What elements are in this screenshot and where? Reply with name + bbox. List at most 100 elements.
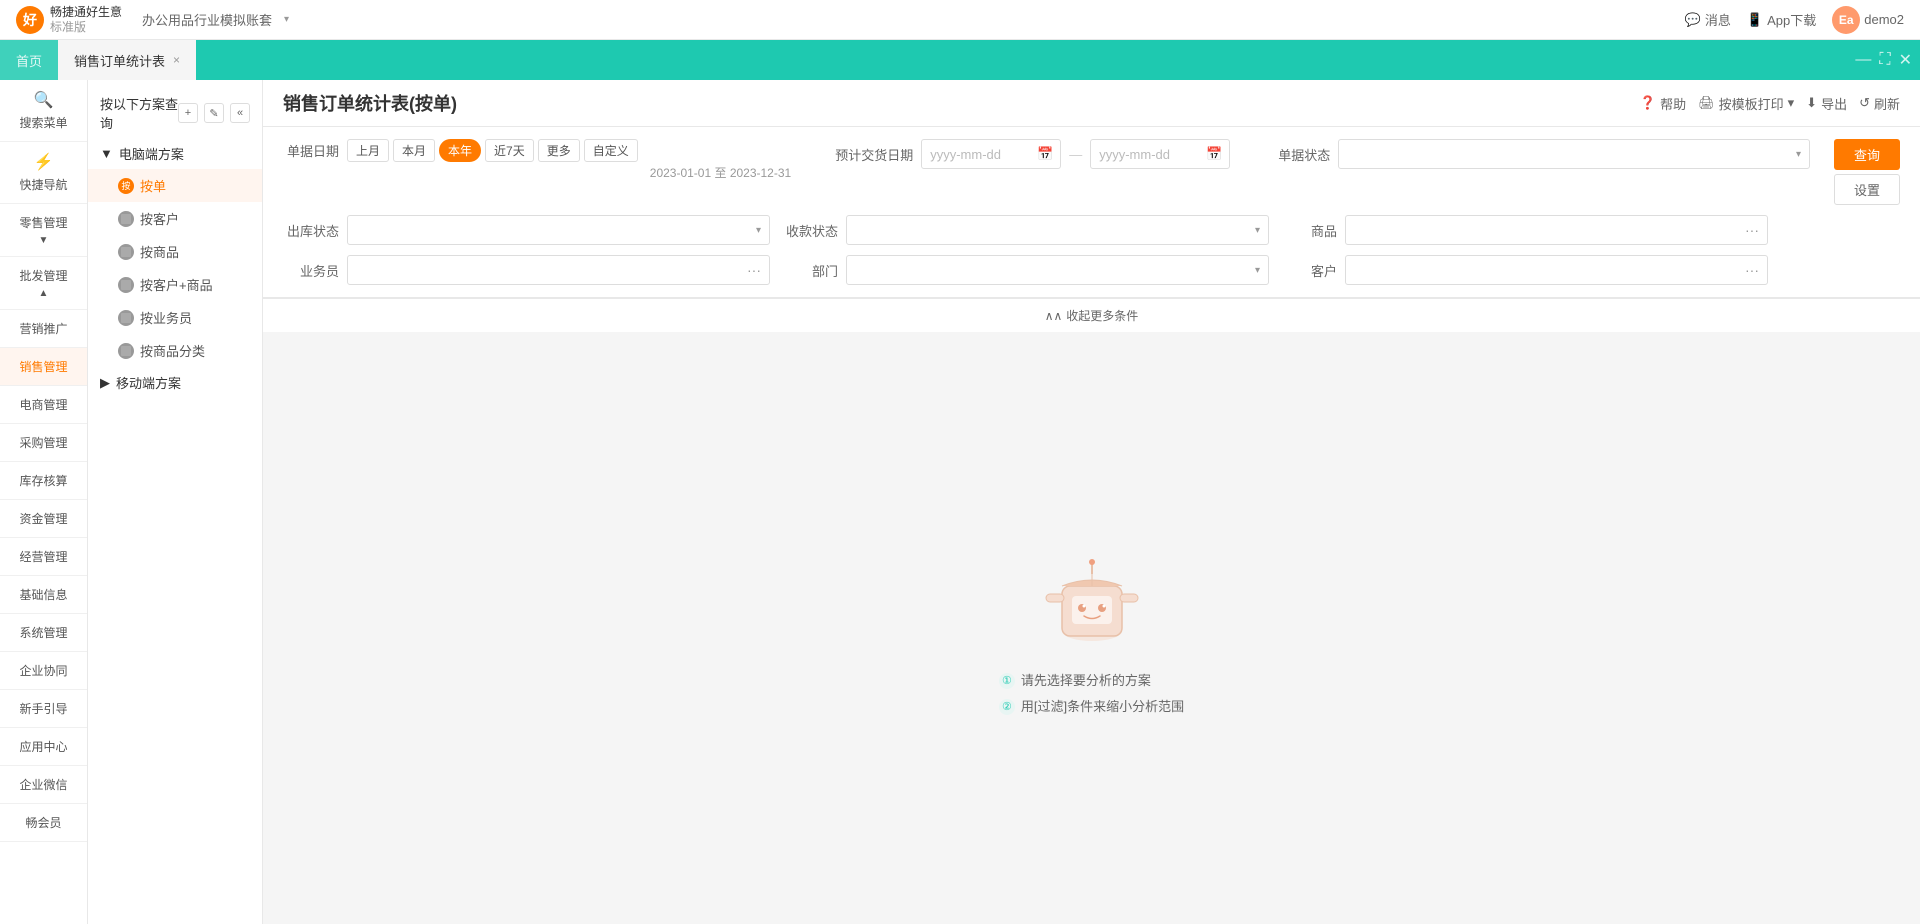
sidebar-item-member[interactable]: 畅会员 [0, 804, 87, 842]
sidebar-item-system[interactable]: 系统管理 [0, 614, 87, 652]
page-header: 销售订单统计表(按单) ❓ 帮助 🖨 按模板打印 ▾ ⬇ 导出 [263, 80, 1920, 127]
sidebar-item-inventory[interactable]: 库存核算 [0, 462, 87, 500]
app-dropdown-icon[interactable]: ▾ [284, 14, 289, 25]
collapse-bar[interactable]: ∧∧ 收起更多条件 [263, 298, 1920, 332]
sidebar-item-wechat[interactable]: 企业微信 [0, 766, 87, 804]
scheme-order-icon: 按 [118, 178, 134, 194]
customer-select[interactable]: ··· [1345, 255, 1768, 285]
delivery-dropdown-icon: ▾ [756, 225, 761, 236]
salesperson-select[interactable]: ··· [347, 255, 770, 285]
main-layout: 🔍 搜索菜单 ⚡ 快捷导航 零售管理 ▼ 批发管理 ▲ 营销推广 销售管理 电商… [0, 80, 1920, 924]
refresh-btn[interactable]: ↺ 刷新 [1859, 94, 1900, 113]
retail-expand-icon: ▼ [39, 235, 49, 246]
search-icon: 🔍 [34, 90, 54, 110]
nav-tabs: 首页 销售订单统计表 × — ⛶ ✕ [0, 40, 1920, 80]
empty-tip-1: ① 请先选择要分析的方案 [999, 668, 1184, 694]
sidebar-item-finance[interactable]: 资金管理 [0, 500, 87, 538]
department-label: 部门 [782, 261, 838, 280]
maximize-icon[interactable]: ⛶ [1879, 51, 1890, 69]
btn-custom[interactable]: 自定义 [584, 139, 638, 162]
sidebar-item-basic[interactable]: 基础信息 [0, 576, 87, 614]
btn-this-year[interactable]: 本年 [439, 139, 481, 162]
scheme-item-customer[interactable]: 按客户 [88, 202, 262, 235]
top-bar-right: 💬 消息 📱 App下载 Ea demo2 [1685, 6, 1904, 34]
sidebar-item-purchase[interactable]: 采购管理 [0, 424, 87, 462]
collapse-panel-btn[interactable]: « [230, 103, 250, 123]
sidebar-item-guide[interactable]: 新手引导 [0, 690, 87, 728]
panel-header-icons: + ✎ « [178, 103, 250, 123]
top-bar-left: 好 畅捷通好生意 标准版 办公用品行业模拟账套 ▾ [16, 5, 289, 34]
empty-tip-2: ② 用[过滤]条件来缩小分析范围 [999, 694, 1184, 720]
export-icon: ⬇ [1806, 95, 1817, 111]
payment-status-select[interactable]: ▾ [846, 215, 1269, 245]
scheme-group-mobile: ▶ 移动端方案 [88, 367, 262, 398]
mobile-group-expand-icon: ▶ [100, 375, 110, 391]
action-btns: 查询 设置 [1834, 139, 1900, 205]
tab-home[interactable]: 首页 [0, 40, 58, 80]
sidebar-item-apps[interactable]: 应用中心 [0, 728, 87, 766]
status-dropdown-icon: ▾ [1796, 149, 1801, 160]
scheme-item-salesperson[interactable]: 按业务员 [88, 301, 262, 334]
filter-area: 单据日期 上月 本月 本年 近7天 更多 自定义 2023-01-01 至 20… [263, 127, 1920, 298]
scheme-item-order[interactable]: 按 按单 [88, 169, 262, 202]
settings-btn[interactable]: 设置 [1834, 174, 1900, 205]
refresh-icon: ↺ [1859, 95, 1870, 111]
scheme-custgoods-icon [118, 277, 134, 293]
department-select[interactable]: ▾ [846, 255, 1269, 285]
empty-state: ① 请先选择要分析的方案 ② 用[过滤]条件来缩小分析范围 [263, 332, 1920, 924]
sidebar-item-enterprise[interactable]: 企业协同 [0, 652, 87, 690]
scheme-item-category[interactable]: 按商品分类 [88, 334, 262, 367]
sidebar-item-sales[interactable]: 销售管理 [0, 348, 87, 386]
right-main: 销售订单统计表(按单) ❓ 帮助 🖨 按模板打印 ▾ ⬇ 导出 [263, 80, 1920, 924]
tab-close-icon[interactable]: × [173, 53, 180, 67]
app-download-btn[interactable]: 📱 App下载 [1747, 10, 1816, 29]
top-bar: 好 畅捷通好生意 标准版 办公用品行业模拟账套 ▾ 💬 消息 📱 App下载 E… [0, 0, 1920, 40]
help-btn[interactable]: ❓ 帮助 [1640, 94, 1686, 113]
group-expand-icon: ▼ [100, 146, 113, 161]
add-scheme-btn[interactable]: + [178, 103, 198, 123]
btn-last-7[interactable]: 近7天 [485, 139, 534, 162]
delivery-status-select[interactable]: ▾ [347, 215, 770, 245]
empty-icon [1032, 536, 1152, 656]
btn-last-month[interactable]: 上月 [347, 139, 389, 162]
btn-more[interactable]: 更多 [538, 139, 580, 162]
tab-sales-order[interactable]: 销售订单统计表 × [58, 40, 196, 80]
goods-label: 商品 [1281, 221, 1337, 240]
scheme-item-customer-goods[interactable]: 按客户+商品 [88, 268, 262, 301]
expected-date-label: 预计交货日期 [835, 145, 913, 164]
scheme-goods-icon [118, 244, 134, 260]
scheme-group-pc: ▼ 电脑端方案 按 按单 按客户 按商品 [88, 138, 262, 367]
sidebar-item-quicknav[interactable]: ⚡ 快捷导航 [0, 142, 87, 204]
export-btn[interactable]: ⬇ 导出 [1806, 94, 1847, 113]
sidebar-item-search[interactable]: 🔍 搜索菜单 [0, 80, 87, 142]
sidebar: 🔍 搜索菜单 ⚡ 快捷导航 零售管理 ▼ 批发管理 ▲ 营销推广 销售管理 电商… [0, 80, 88, 924]
print-icon: 🖨 [1698, 95, 1715, 111]
app-title: 办公用品行业模拟账套 [142, 10, 272, 29]
sidebar-item-retail[interactable]: 零售管理 ▼ [0, 204, 87, 257]
template-print-btn[interactable]: 🖨 按模板打印 ▾ [1698, 94, 1794, 113]
logo-area: 好 畅捷通好生意 标准版 [16, 5, 122, 34]
wholesale-expand-icon: ▲ [39, 288, 49, 299]
minimize-icon[interactable]: — [1855, 51, 1871, 69]
sidebar-item-operation[interactable]: 经营管理 [0, 538, 87, 576]
download-icon: 📱 [1747, 12, 1763, 28]
btn-this-month[interactable]: 本月 [393, 139, 435, 162]
goods-select[interactable]: ··· [1345, 215, 1768, 245]
edit-scheme-btn[interactable]: ✎ [204, 103, 224, 123]
query-btn[interactable]: 查询 [1834, 139, 1900, 170]
sidebar-item-marketing[interactable]: 营销推广 [0, 310, 87, 348]
quicknav-icon: ⚡ [34, 152, 54, 172]
close-window-icon[interactable]: ✕ [1899, 50, 1912, 70]
scheme-group-pc-title[interactable]: ▼ 电脑端方案 [88, 138, 262, 169]
messages-btn[interactable]: 💬 消息 [1685, 10, 1731, 29]
sidebar-item-ecommerce[interactable]: 电商管理 [0, 386, 87, 424]
user-avatar-area[interactable]: Ea demo2 [1832, 6, 1904, 34]
scheme-item-goods[interactable]: 按商品 [88, 235, 262, 268]
status-select[interactable]: ▾ [1338, 139, 1810, 169]
goods-dots-icon: ··· [1745, 222, 1759, 238]
salesperson-dots-icon: ··· [747, 262, 761, 278]
sidebar-item-wholesale[interactable]: 批发管理 ▲ [0, 257, 87, 310]
scheme-sales-icon [118, 310, 134, 326]
scheme-group-mobile-title[interactable]: ▶ 移动端方案 [88, 367, 262, 398]
calendar-start-icon: 📅 [1037, 146, 1053, 162]
